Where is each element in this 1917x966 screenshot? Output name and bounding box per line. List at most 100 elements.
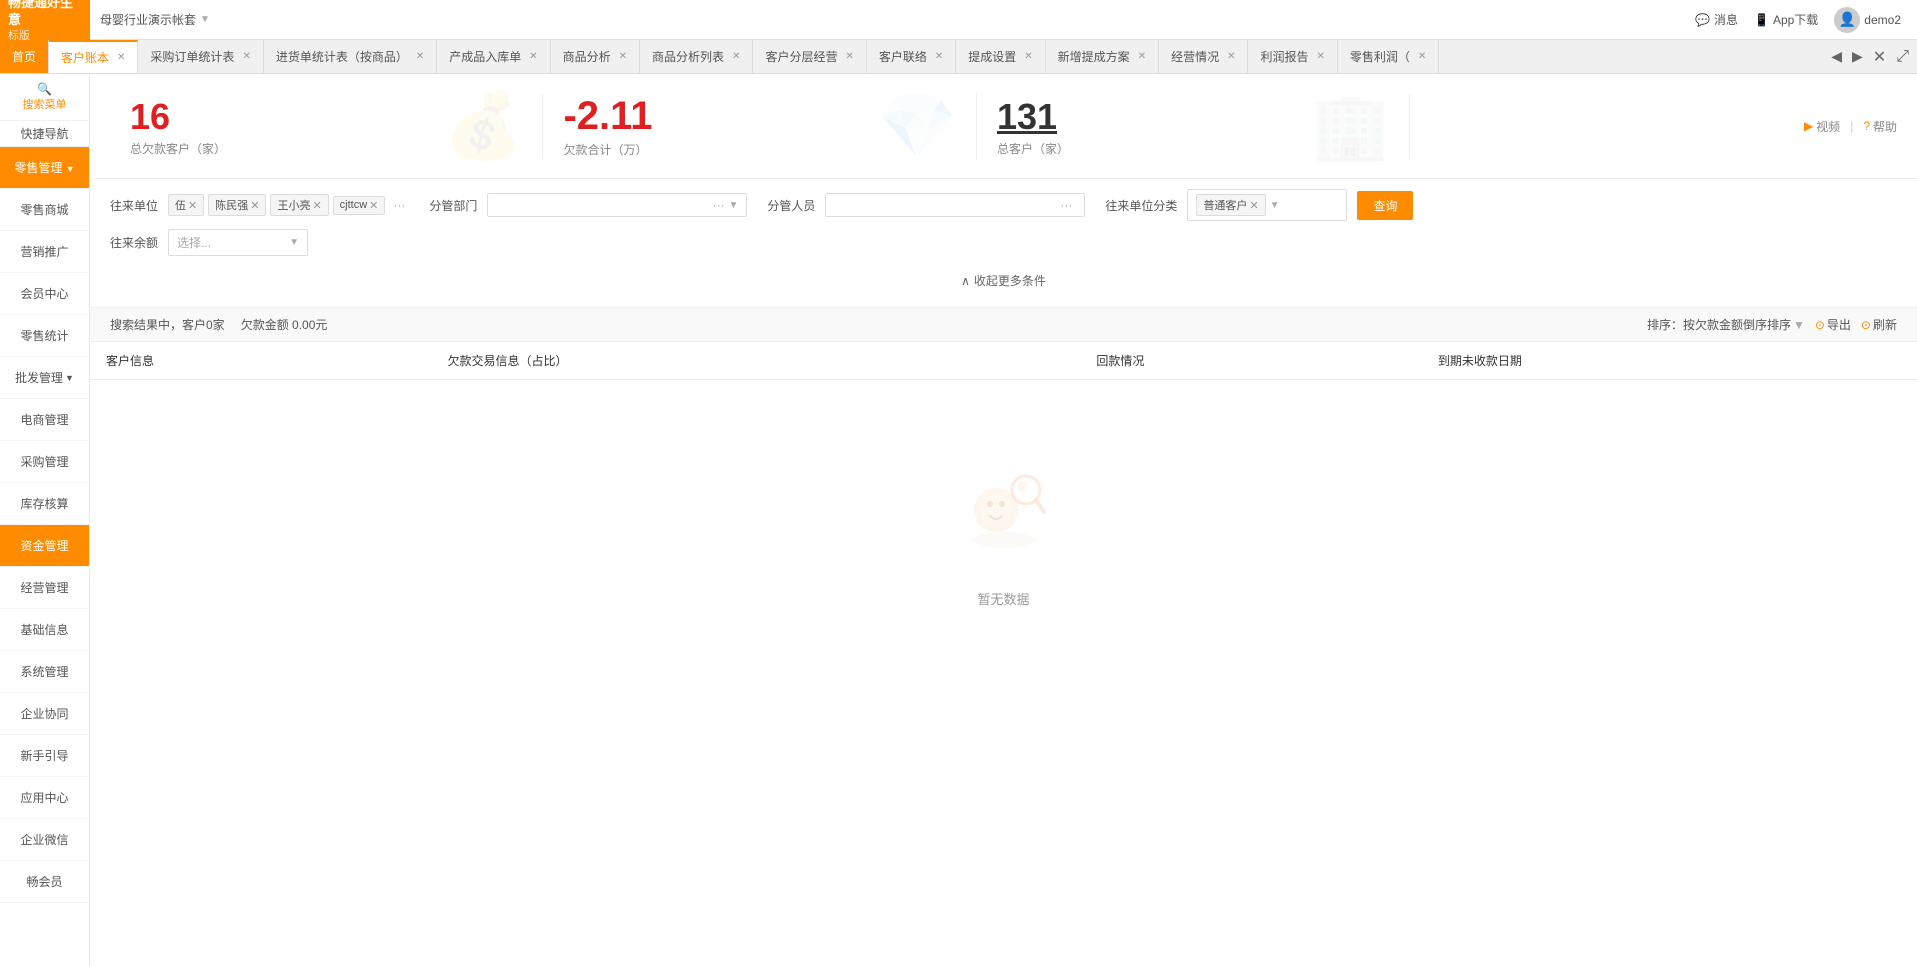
close-goods-analysis-list-icon[interactable]: ✕ xyxy=(732,51,740,62)
tab-customer-book[interactable]: 客户账本 ✕ xyxy=(49,40,138,73)
tabs-prev-button[interactable]: ◀ xyxy=(1827,46,1846,67)
logo: 畅捷通好生意 标版 xyxy=(0,0,90,40)
tab-customer-contact[interactable]: 客户联络 ✕ xyxy=(867,40,956,73)
close-purchase-order-icon[interactable]: ✕ xyxy=(242,51,250,62)
close-goods-analysis-icon[interactable]: ✕ xyxy=(619,51,627,62)
tab-retail-profit[interactable]: 零售利润（ ✕ xyxy=(1338,40,1439,73)
sidebar-item-retail-mgmt[interactable]: 零售管理 ▼ xyxy=(0,147,89,189)
messages-button[interactable]: 💬 消息 xyxy=(1695,11,1738,28)
tab-goods-analysis-list[interactable]: 商品分析列表 ✕ xyxy=(640,40,753,73)
tabs-close-all-button[interactable]: ✕ xyxy=(1869,45,1890,69)
tab-customer-tier[interactable]: 客户分层经营 ✕ xyxy=(753,40,866,73)
tab-home[interactable]: 首页 xyxy=(0,40,49,73)
close-customer-contact-icon[interactable]: ✕ xyxy=(935,51,943,62)
customer-tier-label: 客户分层经营 xyxy=(765,48,837,65)
export-button[interactable]: ⊙ 导出 xyxy=(1815,316,1851,333)
filter-tag-cjttcw[interactable]: cjttcw ✕ xyxy=(333,196,386,215)
sidebar-item-ecommerce[interactable]: 电商管理 xyxy=(0,399,89,441)
tab-new-raise[interactable]: 新增提成方案 ✕ xyxy=(1046,40,1159,73)
close-tag-chen-icon[interactable]: ✕ xyxy=(250,199,259,212)
tabs-next-button[interactable]: ▶ xyxy=(1848,46,1867,67)
close-operations-icon[interactable]: ✕ xyxy=(1227,51,1235,62)
inventory-label: 库存核算 xyxy=(20,497,68,511)
sort-label: 排序：按欠款金额倒序排序 ▼ xyxy=(1647,316,1805,333)
sidebar-item-wholesale-mgmt[interactable]: 批发管理 ▼ xyxy=(0,357,89,399)
stat-clients-number: 131 xyxy=(997,96,1057,138)
person-select[interactable]: ··· xyxy=(825,193,1085,217)
close-tag-cjttcw-icon[interactable]: ✕ xyxy=(369,199,378,212)
filter-tag-wu[interactable]: 伍 ✕ xyxy=(168,194,204,216)
help-button[interactable]: ? 帮助 xyxy=(1863,118,1897,135)
close-tag-wang-icon[interactable]: ✕ xyxy=(312,199,321,212)
close-customer-tier-icon[interactable]: ✕ xyxy=(845,51,853,62)
user-menu-button[interactable]: 👤 demo2 xyxy=(1834,7,1901,33)
tab-purchase-order[interactable]: 采购订单统计表 ✕ xyxy=(138,40,263,73)
tabs-nav-buttons: ◀ ▶ ✕ ⤢ xyxy=(1823,45,1917,69)
close-tag-wu-icon[interactable]: ✕ xyxy=(188,199,197,212)
app-download-button[interactable]: 📱 App下载 xyxy=(1754,11,1818,28)
products-in-label: 产成品入库单 xyxy=(449,48,521,65)
balance-select[interactable]: 选择... ▼ xyxy=(168,229,308,256)
tab-profit-report[interactable]: 利润报告 ✕ xyxy=(1248,40,1337,73)
filter-tag-chen[interactable]: 陈民强 ✕ xyxy=(208,194,266,216)
more-tags-button[interactable]: ··· xyxy=(389,198,409,212)
refresh-button[interactable]: ⊙ 刷新 xyxy=(1861,316,1897,333)
table-header: 客户信息 欠款交易信息（占比） 回款情况 到期未收款日期 xyxy=(90,342,1917,380)
sidebar-item-inventory[interactable]: 库存核算 xyxy=(0,483,89,525)
sidebar-quick-nav[interactable]: 快捷导航 xyxy=(0,121,89,147)
close-profit-report-icon[interactable]: ✕ xyxy=(1317,51,1325,62)
close-products-in-icon[interactable]: ✕ xyxy=(529,51,537,62)
customer-contact-label: 客户联络 xyxy=(879,48,927,65)
dept-select[interactable]: ··· ▼ xyxy=(487,193,747,217)
close-raise-settings-icon[interactable]: ✕ xyxy=(1024,51,1032,62)
stat-customers-label: 总欠款客户（家） xyxy=(130,140,226,157)
filter-tag-normal-customer[interactable]: 普通客户 ✕ xyxy=(1196,194,1265,216)
close-retail-profit-icon[interactable]: ✕ xyxy=(1418,51,1426,62)
tab-raise-settings[interactable]: 提成设置 ✕ xyxy=(956,40,1045,73)
account-selector[interactable]: 母婴行业演示帐套 ▼ xyxy=(90,11,220,28)
sidebar-item-finance[interactable]: 资金管理 xyxy=(0,525,89,567)
sidebar-item-newbie[interactable]: 新手引导 xyxy=(0,735,89,777)
sidebar-item-retail-stats[interactable]: 零售统计 xyxy=(0,315,89,357)
sidebar-item-retail-mall[interactable]: 零售商城 xyxy=(0,189,89,231)
stats-header: 💰 16 总欠款客户（家） 💎 -2.11 欠款合计（万） 🏢 131 总 xyxy=(90,74,1917,179)
avatar: 👤 xyxy=(1834,7,1860,33)
sidebar-item-enterprise-coop[interactable]: 企业协同 xyxy=(0,693,89,735)
sidebar-item-member-center[interactable]: 会员中心 xyxy=(0,273,89,315)
unit-type-select[interactable]: 普通客户 ✕ ▼ xyxy=(1187,189,1347,221)
tab-goods-analysis[interactable]: 商品分析 ✕ xyxy=(551,40,640,73)
sidebar-item-purchase[interactable]: 采购管理 xyxy=(0,441,89,483)
query-button[interactable]: 查询 xyxy=(1357,191,1413,220)
tab-operations[interactable]: 经营情况 ✕ xyxy=(1159,40,1248,73)
sidebar-item-app-center[interactable]: 应用中心 xyxy=(0,777,89,819)
filter-row-2: 往来余额 选择... ▼ xyxy=(110,229,1897,256)
sidebar-item-marketing[interactable]: 营销推广 xyxy=(0,231,89,273)
empty-state: 暂无数据 xyxy=(90,380,1917,688)
new-raise-label: 新增提成方案 xyxy=(1058,48,1130,65)
col-due-date: 到期未收款日期 xyxy=(1422,342,1917,380)
purchase-order-label: 采购订单统计表 xyxy=(150,48,234,65)
tab-products-in[interactable]: 产成品入库单 ✕ xyxy=(437,40,550,73)
balance-chevron-icon: ▼ xyxy=(289,237,299,248)
debt-summary: 欠款金额 0.00元 xyxy=(241,316,328,333)
close-normal-customer-icon[interactable]: ✕ xyxy=(1249,199,1258,212)
home-tab-label: 首页 xyxy=(12,48,36,65)
tabs-expand-button[interactable]: ⤢ xyxy=(1892,46,1913,68)
phone-icon: 📱 xyxy=(1754,13,1769,27)
sidebar-item-vip-member[interactable]: 畅会员 xyxy=(0,861,89,903)
filter-area: 往来单位 伍 ✕ 陈民强 ✕ 王小亮 ✕ xyxy=(90,179,1917,308)
close-purchase-goods-icon[interactable]: ✕ xyxy=(416,51,424,62)
col-debt-info: 欠款交易信息（占比） xyxy=(432,342,1081,380)
filter-tag-wang[interactable]: 王小亮 ✕ xyxy=(270,194,328,216)
tab-purchase-goods[interactable]: 进货单统计表（按商品） ✕ xyxy=(264,40,437,73)
sidebar-item-enterprise-wechat[interactable]: 企业微信 xyxy=(0,819,89,861)
sidebar-search[interactable]: 🔍 搜索菜单 xyxy=(0,74,89,121)
collapse-button[interactable]: ∧ 收起更多条件 xyxy=(957,268,1050,293)
goods-analysis-label: 商品分析 xyxy=(563,48,611,65)
sidebar-item-operations-mgmt[interactable]: 经营管理 xyxy=(0,567,89,609)
video-button[interactable]: ▶ 视频 xyxy=(1804,118,1840,135)
close-customer-book-icon[interactable]: ✕ xyxy=(117,52,125,63)
sidebar-item-system[interactable]: 系统管理 xyxy=(0,651,89,693)
close-new-raise-icon[interactable]: ✕ xyxy=(1138,51,1146,62)
sidebar-item-basic-info[interactable]: 基础信息 xyxy=(0,609,89,651)
